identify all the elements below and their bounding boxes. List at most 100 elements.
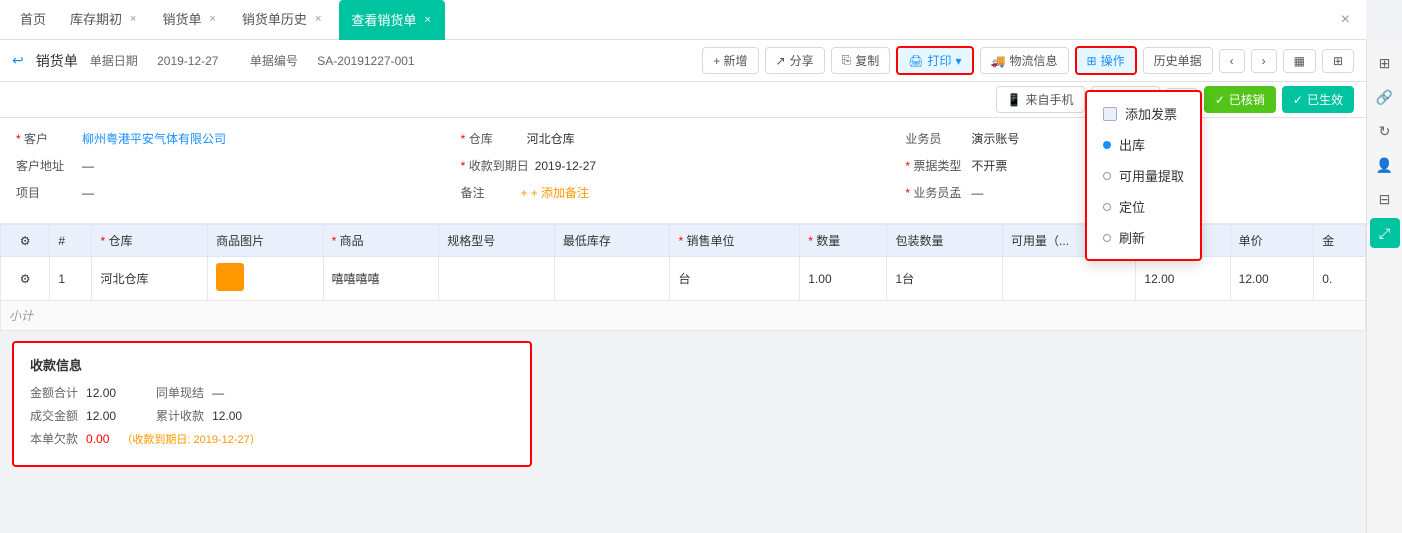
row-gear[interactable]: ⚙: [1, 257, 50, 301]
customer-label: 客户: [16, 130, 76, 147]
cumulative-label: 累计收款: [156, 407, 204, 424]
sidebar-person-icon[interactable]: 👤: [1370, 150, 1400, 180]
balance-value: 0.00: [86, 432, 109, 446]
copy-icon: ⎘: [842, 53, 852, 68]
share-icon: ↗: [776, 54, 786, 68]
verified-button[interactable]: ✓ 已核销: [1204, 86, 1276, 113]
add-note-button[interactable]: + + 添加备注: [521, 184, 589, 201]
dropdown-quantity-extract[interactable]: 可用量提取: [1087, 160, 1200, 191]
locate-dot-icon: [1103, 203, 1111, 211]
sidebar-expand-icon[interactable]: ⤢: [1370, 218, 1400, 248]
effective-button[interactable]: ✓ 已生效: [1282, 86, 1354, 113]
outbound-dot-icon: [1103, 141, 1111, 149]
grid2-button[interactable]: ⊞: [1322, 49, 1354, 73]
row-min-stock: [554, 257, 670, 301]
payment-info-box: 收款信息 金额合计 12.00 同单现结 — 成交金额 12.00 累计收款 1…: [12, 341, 532, 467]
col-spec: 规格型号: [439, 225, 555, 257]
col-min-stock: 最低库存: [554, 225, 670, 257]
row-product: 嘻嘻嘻嘻: [323, 257, 439, 301]
cumulative-field: 累计收款 12.00: [156, 407, 242, 424]
row-pack-qty: 1台: [887, 257, 1003, 301]
date-label: 单据日期: [90, 54, 138, 68]
cumulative-value: 12.00: [212, 409, 242, 423]
ticket-type-value: 不开票: [971, 157, 1007, 174]
payment-info-title: 收款信息: [30, 355, 514, 374]
balance-label: 本单欠款: [30, 430, 78, 447]
row-unit-price: 12.00: [1230, 257, 1314, 301]
dropdown-outbound[interactable]: 出库: [1087, 129, 1200, 160]
actions-button[interactable]: ⊞ 操作: [1075, 46, 1137, 75]
row-stock: 12.00: [1136, 257, 1230, 301]
deal-amount-value: 12.00: [86, 409, 116, 423]
col-warehouse: 仓库: [92, 225, 208, 257]
toolbar: ↩ 销货单 单据日期 2019-12-27 单据编号 SA-20191227-0…: [0, 40, 1366, 82]
logistics-button[interactable]: 🚚 物流信息: [980, 47, 1069, 74]
product-thumbnail: [216, 263, 244, 291]
share-button[interactable]: ↗ 分享: [765, 47, 825, 74]
copy-button[interactable]: ⎘ 复制: [831, 47, 891, 74]
dropdown-locate[interactable]: 定位: [1087, 191, 1200, 222]
print-button[interactable]: 🖨 打印 ▾: [896, 46, 973, 75]
row-product-img: [208, 257, 324, 301]
number-label: 单据编号: [250, 54, 298, 68]
verified-icon: ✓: [1215, 93, 1225, 107]
doc-icon: ↩: [12, 52, 24, 69]
col-pack-qty: 包装数量: [887, 225, 1003, 257]
doc-type-label: 销货单: [36, 51, 78, 71]
payment-date-field: 收款到期日 2019-12-27: [461, 157, 906, 174]
dropdown-refresh[interactable]: 刷新: [1087, 222, 1200, 253]
col-gear: ⚙: [1, 225, 50, 257]
sidebar-grid-icon[interactable]: ⊟: [1370, 184, 1400, 214]
actions-icon: ⊞: [1087, 54, 1097, 68]
tab-view-sales[interactable]: 查看销货单 ×: [339, 0, 444, 40]
tab-close-view[interactable]: ×: [422, 14, 432, 26]
total-label: 金额合计: [30, 384, 78, 401]
from-phone-button[interactable]: 📱 来自手机: [996, 86, 1085, 113]
sidebar-table-icon[interactable]: ⊞: [1370, 48, 1400, 78]
payment-row-2: 成交金额 12.00 累计收款 12.00: [30, 407, 514, 424]
right-sidebar: ⊞ 🔗 ↻ 👤 ⊟ ⤢: [1366, 40, 1402, 533]
new-button[interactable]: + 新增: [702, 47, 758, 74]
operations-dropdown: 添加发票 出库 可用量提取 定位 刷新: [1085, 90, 1202, 261]
row-sales-unit: 台: [670, 257, 800, 301]
tab-home[interactable]: 首页: [8, 0, 58, 40]
staff-value: 演示账号: [971, 130, 1019, 147]
date-value: 2019-12-27: [157, 54, 218, 68]
same-order-field: 同单现结 —: [156, 384, 224, 401]
note-label: 备注: [461, 184, 521, 201]
project-value: —: [82, 186, 94, 200]
tab-sales-history[interactable]: 销货单历史 ×: [230, 0, 335, 40]
balance-note: （收款到期日: 2019-12-27）: [121, 431, 260, 447]
next-button[interactable]: ›: [1251, 49, 1277, 73]
prev-button[interactable]: ‹: [1219, 49, 1245, 73]
tab-close-inventory[interactable]: ×: [128, 13, 138, 25]
col-quantity: 数量: [800, 225, 887, 257]
sidebar-rotate-icon[interactable]: ↻: [1370, 116, 1400, 146]
row-available: [1003, 257, 1136, 301]
print-dropdown-arrow: ▾: [956, 54, 962, 68]
tab-close-sales[interactable]: ×: [207, 13, 217, 25]
warehouse-value: 河北仓库: [527, 130, 575, 147]
address-label: 客户地址: [16, 157, 76, 174]
refresh-dot-icon: [1103, 234, 1111, 242]
window-close-button[interactable]: ×: [1333, 11, 1358, 29]
customer-value[interactable]: 柳州粤港平安气体有限公司: [82, 130, 226, 147]
address-value: —: [82, 159, 94, 173]
salesperson-value: —: [971, 186, 983, 200]
payment-row-1: 金额合计 12.00 同单现结 —: [30, 384, 514, 401]
project-label: 项目: [16, 184, 76, 201]
col-unit-price: 单价: [1230, 225, 1314, 257]
sidebar-link-icon[interactable]: 🔗: [1370, 82, 1400, 112]
salesperson-label: 业务员孟: [905, 184, 965, 201]
payment-row-3: 本单欠款 0.00 （收款到期日: 2019-12-27）: [30, 430, 514, 447]
effective-icon: ✓: [1293, 93, 1303, 107]
warehouse-label: 仓库: [461, 130, 521, 147]
tab-close-history[interactable]: ×: [313, 13, 323, 25]
grid1-button[interactable]: ▦: [1283, 49, 1316, 73]
dropdown-add-invoice[interactable]: 添加发票: [1087, 98, 1200, 129]
tab-sales-order[interactable]: 销货单 ×: [150, 0, 229, 40]
history-button[interactable]: 历史单据: [1143, 47, 1213, 74]
col-amount: 金: [1314, 225, 1366, 257]
tab-inventory-init[interactable]: 库存期初 ×: [58, 0, 150, 40]
col-sales-unit: 销售单位: [670, 225, 800, 257]
